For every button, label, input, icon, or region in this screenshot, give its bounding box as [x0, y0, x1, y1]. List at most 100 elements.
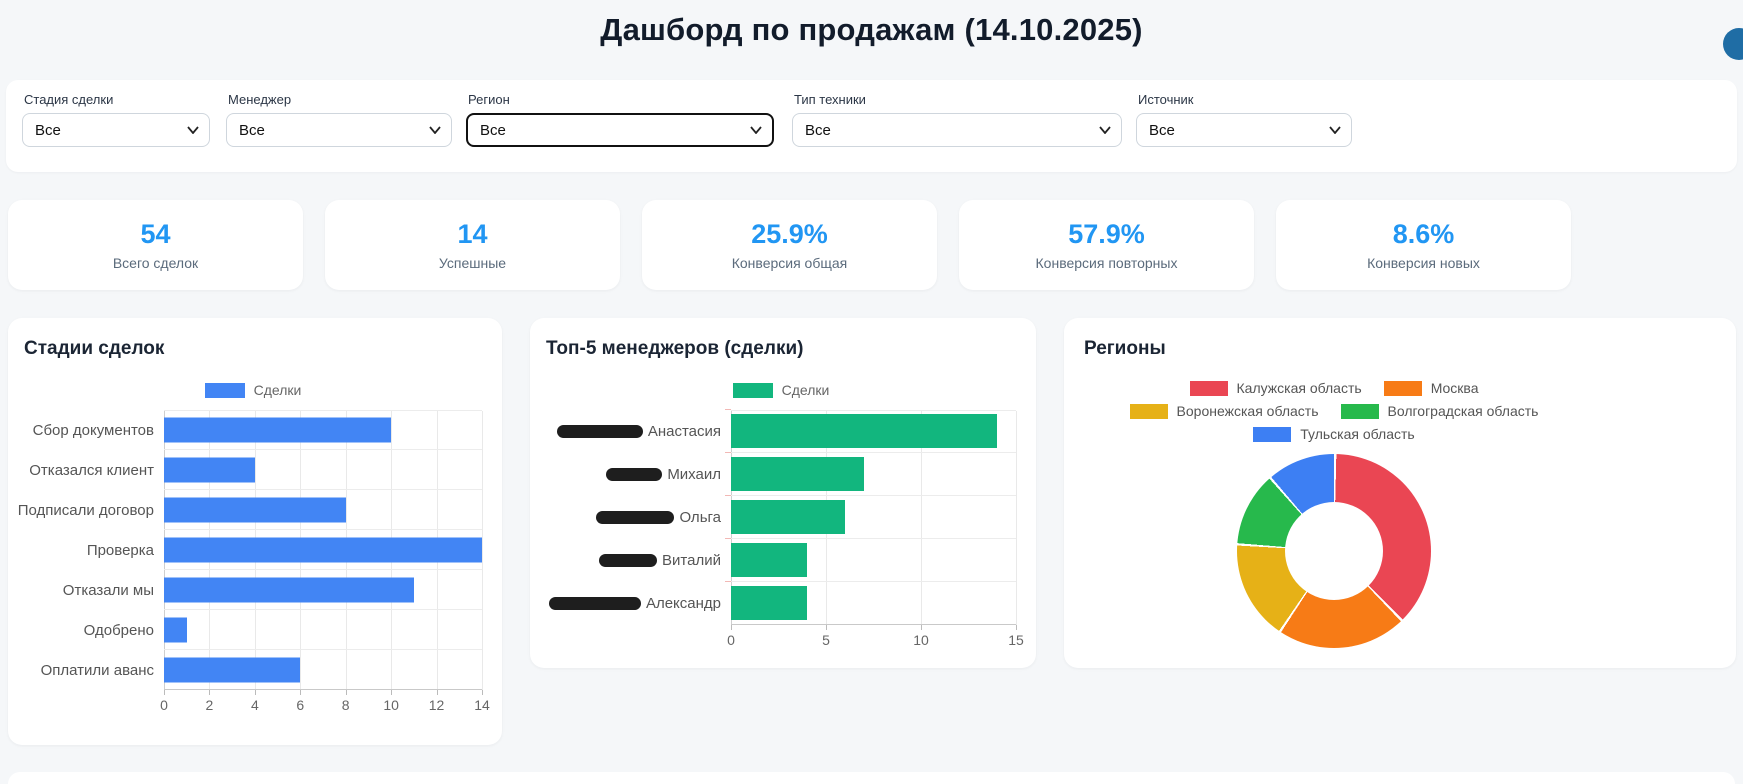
bar-track — [725, 538, 1016, 582]
legend-item[interactable]: Тульская область — [1253, 426, 1415, 442]
legend-swatch — [732, 382, 773, 398]
source-filter-select[interactable]: Все — [1136, 113, 1352, 147]
bar[interactable] — [164, 497, 346, 522]
x-tick-label: 14 — [474, 697, 490, 713]
kpi-card-conversion-repeat: 57.9% Конверсия повторных — [959, 200, 1254, 290]
gridline — [482, 411, 483, 690]
donut-legend: Калужская область Москва Воронежская облас… — [1094, 380, 1574, 442]
bar[interactable] — [164, 617, 187, 642]
page-title: Дашборд по продажам (14.10.2025) — [600, 12, 1143, 47]
chart-legend[interactable]: Сделки — [24, 382, 482, 398]
header: Дашборд по продажам (14.10.2025) — [0, 0, 1743, 78]
bar-row: Михаил — [546, 452, 1016, 496]
category-label: Отказали мы — [62, 581, 154, 599]
filter-source-label: Источник — [1138, 92, 1194, 107]
legend-item[interactable]: Воронежская область — [1129, 403, 1319, 419]
x-tick-label: 5 — [822, 632, 830, 648]
redacted-surname — [606, 468, 663, 481]
legend-swatch — [1383, 380, 1422, 396]
bar[interactable] — [731, 543, 807, 577]
legend-swatch — [1129, 403, 1168, 419]
category-label: Проверка — [86, 541, 154, 559]
bar[interactable] — [731, 500, 845, 534]
x-tick-label: 12 — [428, 697, 445, 713]
dashboard-page: Дашборд по продажам (14.10.2025) Стадия … — [0, 0, 1743, 784]
x-axis: 0 2 4 6 8 10 12 14 — [160, 690, 490, 716]
bar-row: Александр — [546, 581, 1016, 625]
bar[interactable] — [731, 586, 807, 620]
chart-title: Топ-5 менеджеров (сделки) — [546, 338, 804, 359]
legend-item[interactable]: Волгоградская область — [1340, 403, 1539, 419]
manager-filter-select[interactable]: Все — [226, 113, 452, 147]
stage-filter-select[interactable]: Все — [22, 113, 210, 147]
manager-filter-value: Все — [239, 121, 265, 139]
bar-row: Отказали мы — [24, 570, 482, 610]
bar[interactable] — [731, 457, 864, 491]
bar[interactable] — [164, 577, 414, 602]
bar[interactable] — [731, 414, 997, 448]
kpi-card-conversion-total: 25.9% Конверсия общая — [642, 200, 937, 290]
chart-legend[interactable]: Сделки — [546, 382, 1016, 398]
next-section-card — [8, 772, 1735, 784]
category-label: Ольга — [546, 509, 731, 526]
bar-track — [164, 650, 482, 690]
bar-row: Одобрено — [24, 610, 482, 650]
source-filter-value: Все — [1149, 121, 1175, 139]
bar-row: Виталий — [546, 538, 1016, 582]
bar-track — [164, 450, 482, 490]
region-filter-select[interactable]: Все — [466, 113, 774, 147]
x-tick-mark — [209, 690, 211, 695]
chevron-down-icon — [750, 126, 762, 134]
category-label: Михаил — [546, 466, 731, 483]
bar-track — [164, 610, 482, 650]
legend-swatch — [1189, 380, 1228, 396]
category-label: Анастасия — [546, 423, 731, 440]
x-tick-label: 8 — [341, 697, 350, 713]
filter-region-label: Регион — [468, 92, 510, 107]
kpi-label: Конверсия повторных — [1035, 255, 1178, 272]
bar[interactable] — [164, 657, 301, 682]
tech-type-filter-select[interactable]: Все — [792, 113, 1122, 147]
bar[interactable] — [164, 537, 482, 562]
x-tick-mark — [345, 690, 347, 695]
filters-panel: Стадия сделки Все Менеджер Все Регион Вс… — [6, 80, 1737, 172]
donut-chart[interactable] — [1237, 454, 1431, 648]
y-tick-mark — [725, 581, 731, 582]
category-label: Отказался клиент — [29, 461, 154, 479]
chart-card-top-managers: Топ-5 менеджеров (сделки) Сделки Анастас… — [530, 318, 1036, 668]
filter-manager-label: Менеджер — [228, 92, 292, 107]
stage-filter-value: Все — [35, 121, 61, 139]
notification-circle-icon[interactable] — [1723, 28, 1743, 60]
x-tick-mark — [164, 690, 165, 695]
chart-card-regions: Регионы Калужская область Москва Воронежск… — [1064, 318, 1736, 668]
filter-tech-type-label: Тип техники — [794, 92, 866, 107]
x-tick-mark — [921, 625, 922, 630]
x-tick-mark — [436, 690, 438, 695]
filter-tech-type: Тип техники Все — [792, 92, 1122, 147]
kpi-label: Всего сделок — [112, 255, 199, 272]
legend-item[interactable]: Москва — [1383, 380, 1478, 396]
chart-card-deal-stages: Стадии сделок Сделки Сбор документов Отка… — [8, 318, 502, 745]
y-tick-mark — [725, 409, 731, 410]
bar-track — [725, 452, 1016, 496]
bar-row: Ольга — [546, 495, 1016, 539]
category-label: Подписали договор — [17, 501, 154, 519]
legend-label: Волгоградская область — [1387, 403, 1539, 419]
bar-track — [725, 495, 1016, 539]
bar-row: Оплатили аванс — [24, 650, 482, 690]
bar-row: Отказался клиент — [24, 450, 482, 490]
bar[interactable] — [164, 457, 255, 482]
bar[interactable] — [164, 417, 392, 442]
kpi-card-total-deals: 54 Всего сделок — [8, 200, 303, 290]
chart-title: Стадии сделок — [24, 338, 165, 359]
bar-track — [164, 410, 482, 450]
legend-swatch — [1340, 403, 1379, 419]
x-tick-label: 0 — [160, 697, 168, 713]
x-tick-label: 15 — [1008, 632, 1024, 648]
legend-label: Воронежская область — [1176, 403, 1319, 419]
x-tick-label: 2 — [205, 697, 214, 713]
legend-item[interactable]: Калужская область — [1189, 380, 1362, 396]
legend-swatch — [204, 382, 245, 398]
bar-track — [725, 409, 1016, 453]
kpi-label: Конверсия новых — [1367, 255, 1480, 272]
